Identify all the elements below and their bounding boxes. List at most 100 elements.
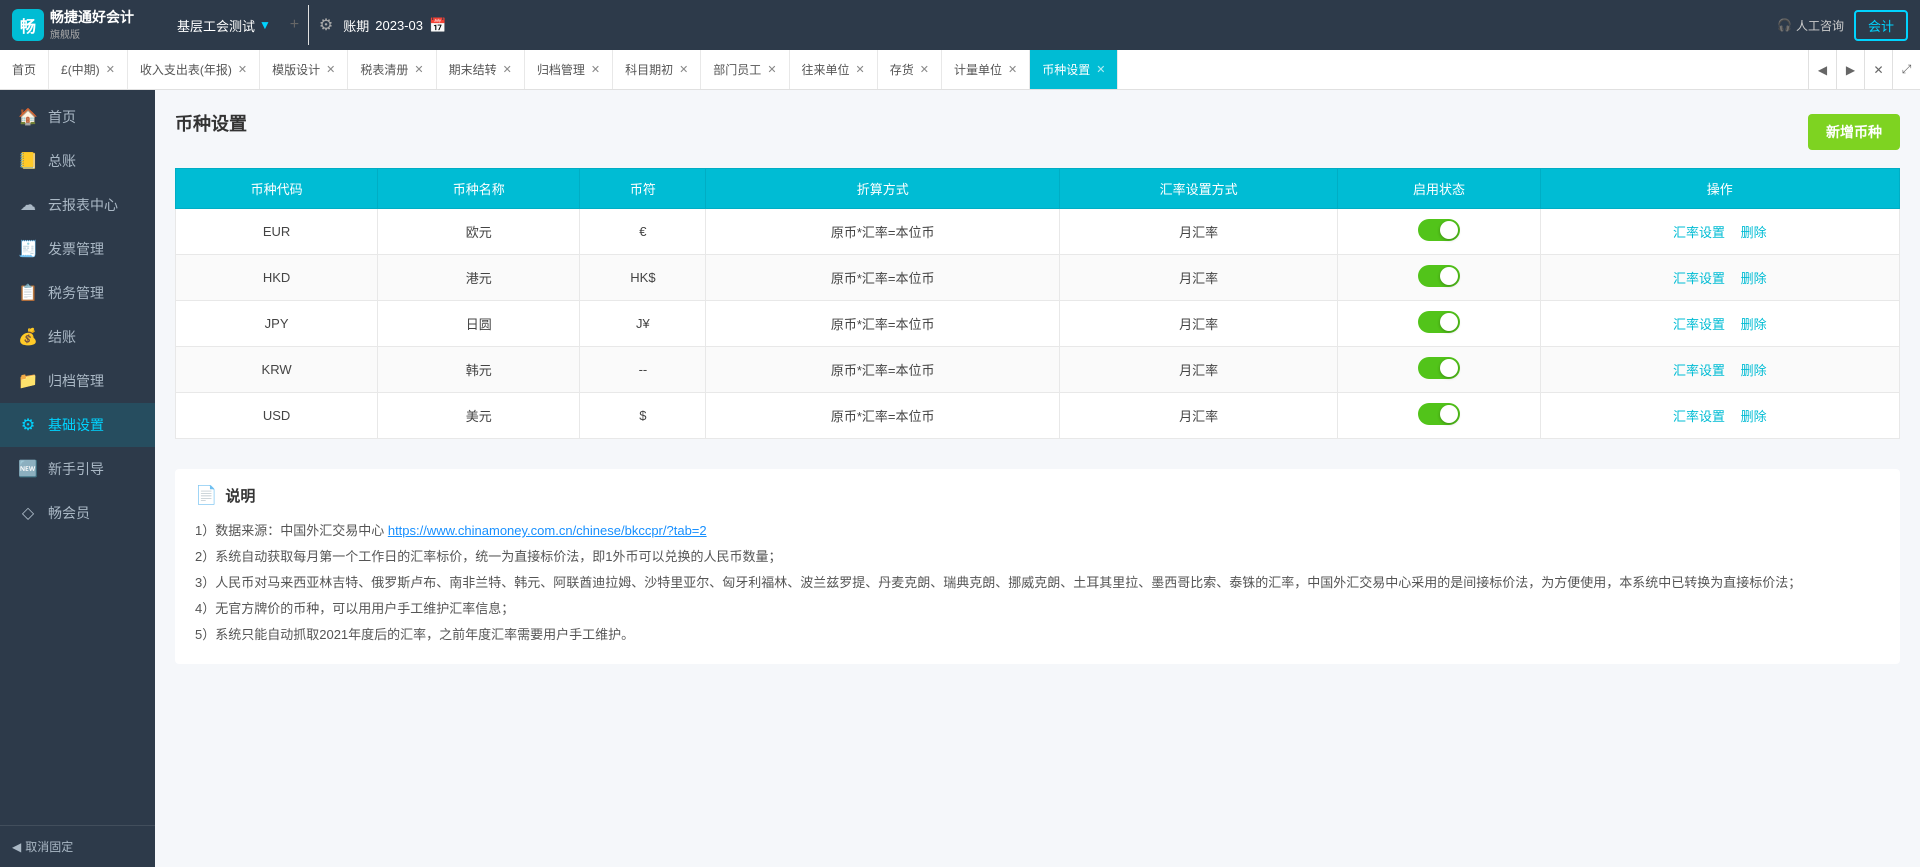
- tab-subjects[interactable]: 科目期初 ✕: [613, 50, 701, 90]
- delete-link-4[interactable]: 删除: [1741, 409, 1767, 424]
- sidebar-item-settings-label: 基础设置: [48, 415, 104, 435]
- toggle-3[interactable]: [1418, 357, 1460, 379]
- tab-currency-label: 币种设置: [1042, 61, 1090, 78]
- cell-code-4: USD: [176, 393, 378, 439]
- org-selector[interactable]: 基层工会测试 ▼: [177, 16, 271, 35]
- settings-icon-sidebar: ⚙: [18, 415, 38, 435]
- cell-status-2: [1338, 301, 1540, 347]
- notes-link[interactable]: https://www.chinamoney.com.cn/chinese/bk…: [388, 523, 707, 538]
- period-value: 2023-03: [375, 18, 423, 33]
- tab-contacts-close[interactable]: ✕: [856, 63, 865, 76]
- cell-code-3: KRW: [176, 347, 378, 393]
- sidebar: 🏠 首页 📒 总账 ☁ 云报表中心 🧾 发票管理 📋 税务管理: [0, 90, 155, 867]
- rate-setting-link-3[interactable]: 汇率设置: [1673, 363, 1725, 378]
- tab-income[interactable]: 收入支出表(年报) ✕: [128, 50, 260, 90]
- col-name: 币种名称: [378, 169, 580, 209]
- toggle-0[interactable]: [1418, 219, 1460, 241]
- tab-units[interactable]: 计量单位 ✕: [942, 50, 1030, 90]
- tab-currency[interactable]: 币种设置 ✕: [1030, 50, 1118, 90]
- tab-next-button[interactable]: ▶: [1836, 50, 1864, 90]
- tab-template[interactable]: 模版设计 ✕: [260, 50, 348, 90]
- tab-period-end-close[interactable]: ✕: [503, 63, 512, 76]
- notes-item-0: 1）数据来源：中国外汇交易中心 https://www.chinamoney.c…: [195, 518, 1880, 544]
- sidebar-item-tax[interactable]: 📋 税务管理: [0, 271, 155, 315]
- notes-item-1: 2）系统自动获取每月第一个工作日的汇率标价，统一为直接标价法，即1外币可以兑换的…: [195, 544, 1880, 570]
- pin-button[interactable]: ◀ 取消固定: [12, 838, 143, 855]
- tab-tax-label: 税表清册: [360, 61, 408, 78]
- sidebar-item-checkout[interactable]: 💰 结账: [0, 315, 155, 359]
- tab-subjects-close[interactable]: ✕: [679, 63, 688, 76]
- tab-archive[interactable]: 归档管理 ✕: [525, 50, 613, 90]
- toggle-2[interactable]: [1418, 311, 1460, 333]
- delete-link-0[interactable]: 删除: [1741, 225, 1767, 240]
- help-button[interactable]: 🎧 人工咨询: [1777, 17, 1844, 34]
- sidebar-item-tax-label: 税务管理: [48, 283, 104, 303]
- tab-period-close[interactable]: ✕: [106, 63, 115, 76]
- col-calc: 折算方式: [706, 169, 1060, 209]
- toggle-thumb-1: [1440, 267, 1458, 285]
- cell-code-0: EUR: [176, 209, 378, 255]
- pin-icon: ◀: [12, 840, 21, 854]
- sidebar-item-archive[interactable]: 📁 归档管理: [0, 359, 155, 403]
- tab-archive-close[interactable]: ✕: [591, 63, 600, 76]
- rate-setting-link-4[interactable]: 汇率设置: [1673, 409, 1725, 424]
- toggle-4[interactable]: [1418, 403, 1460, 425]
- notes-list: 1）数据来源：中国外汇交易中心 https://www.chinamoney.c…: [195, 518, 1880, 648]
- delete-link-3[interactable]: 删除: [1741, 363, 1767, 378]
- delete-link-2[interactable]: 删除: [1741, 317, 1767, 332]
- col-actions: 操作: [1540, 169, 1899, 209]
- rate-setting-link-2[interactable]: 汇率设置: [1673, 317, 1725, 332]
- home-icon: 🏠: [18, 107, 38, 127]
- tab-home[interactable]: 首页: [0, 50, 49, 90]
- add-tab-button[interactable]: +: [281, 5, 309, 45]
- logo-text-block: 畅捷通好会计 旗舰版: [50, 9, 134, 41]
- org-name: 基层工会测试: [177, 16, 255, 35]
- sidebar-item-ledger[interactable]: 📒 总账: [0, 139, 155, 183]
- rate-setting-link-0[interactable]: 汇率设置: [1673, 225, 1725, 240]
- sidebar-item-home[interactable]: 🏠 首页: [0, 95, 155, 139]
- tab-period[interactable]: £(中期) ✕: [49, 50, 128, 90]
- sidebar-item-reports[interactable]: ☁ 云报表中心: [0, 183, 155, 227]
- guide-icon: 🆕: [18, 459, 38, 479]
- tab-income-label: 收入支出表(年报): [140, 61, 232, 78]
- cell-symbol-2: J¥: [580, 301, 706, 347]
- sidebar-item-guide[interactable]: 🆕 新手引导: [0, 447, 155, 491]
- tab-template-close[interactable]: ✕: [326, 63, 335, 76]
- period-info: 账期 2023-03 📅: [343, 16, 446, 35]
- tab-inventory[interactable]: 存货 ✕: [878, 50, 942, 90]
- tabs-bar: 首页 £(中期) ✕ 收入支出表(年报) ✕ 模版设计 ✕ 税表清册 ✕ 期末结…: [0, 50, 1920, 90]
- calendar-icon[interactable]: 📅: [429, 17, 446, 34]
- tab-inventory-label: 存货: [890, 61, 914, 78]
- toggle-1[interactable]: [1418, 265, 1460, 287]
- sidebar-item-invoice[interactable]: 🧾 发票管理: [0, 227, 155, 271]
- tab-tax[interactable]: 税表清册 ✕: [348, 50, 436, 90]
- tab-income-close[interactable]: ✕: [238, 63, 247, 76]
- tab-departments-close[interactable]: ✕: [767, 63, 776, 76]
- tab-expand-button[interactable]: ⤢: [1892, 50, 1920, 90]
- delete-link-1[interactable]: 删除: [1741, 271, 1767, 286]
- tab-prev-button[interactable]: ◀: [1808, 50, 1836, 90]
- col-code: 币种代码: [176, 169, 378, 209]
- tab-currency-close[interactable]: ✕: [1096, 63, 1105, 76]
- settings-icon[interactable]: ⚙: [319, 15, 333, 35]
- checkout-icon: 💰: [18, 327, 38, 347]
- tab-close-all-button[interactable]: ✕: [1864, 50, 1892, 90]
- tab-contacts[interactable]: 往来单位 ✕: [790, 50, 878, 90]
- tab-units-close[interactable]: ✕: [1008, 63, 1017, 76]
- tab-tax-close[interactable]: ✕: [414, 63, 423, 76]
- tab-period-end-label: 期末结转: [449, 61, 497, 78]
- new-currency-button[interactable]: 新增币种: [1808, 114, 1900, 150]
- tab-period-end[interactable]: 期末结转 ✕: [437, 50, 525, 90]
- tab-departments[interactable]: 部门员工 ✕: [701, 50, 789, 90]
- tab-contacts-label: 往来单位: [802, 61, 850, 78]
- sidebar-item-settings[interactable]: ⚙ 基础设置: [0, 403, 155, 447]
- cell-rate-method-0: 月汇率: [1059, 209, 1337, 255]
- account-button[interactable]: 会计: [1854, 10, 1908, 41]
- notes-icon: 📄: [195, 485, 217, 506]
- tab-inventory-close[interactable]: ✕: [920, 63, 929, 76]
- sidebar-item-member[interactable]: ◇ 畅会员: [0, 491, 155, 535]
- logo-text: 畅捷通好会计: [50, 9, 134, 26]
- cell-actions-4: 汇率设置 删除: [1540, 393, 1899, 439]
- rate-setting-link-1[interactable]: 汇率设置: [1673, 271, 1725, 286]
- cell-name-1: 港元: [378, 255, 580, 301]
